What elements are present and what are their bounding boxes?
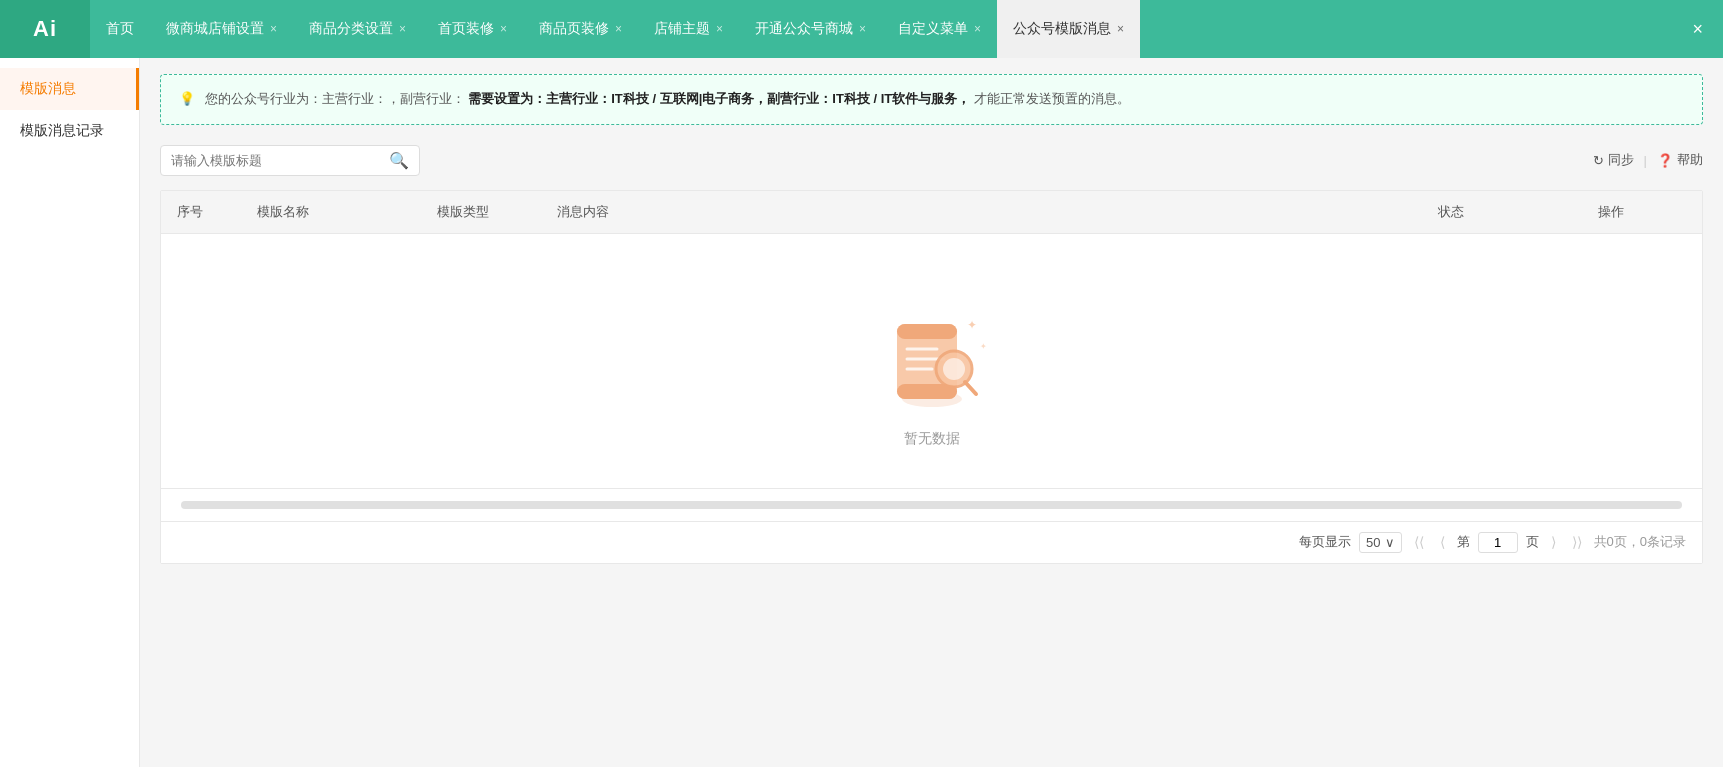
logo: Ai <box>0 0 90 58</box>
col-status: 状态 <box>1422 191 1582 233</box>
page-label-post: 页 <box>1526 533 1539 551</box>
horizontal-scrollbar[interactable] <box>181 501 1682 509</box>
svg-point-8 <box>943 358 965 380</box>
last-page-button[interactable]: ⟩⟩ <box>1568 532 1586 552</box>
sync-button[interactable]: ↻ 同步 <box>1593 151 1634 169</box>
svg-rect-2 <box>897 324 957 339</box>
close-tab-product-decor[interactable]: × <box>615 22 622 36</box>
close-all-button[interactable]: × <box>1682 19 1713 40</box>
notice-suffix: 才能正常发送预置的消息。 <box>974 91 1130 106</box>
main-layout: 模版消息模版消息记录 💡 您的公众号行业为：主营行业：，副营行业： 需要设置为：… <box>0 58 1723 767</box>
close-tab-custom-menu[interactable]: × <box>974 22 981 36</box>
notice-icon: 💡 <box>179 91 195 106</box>
sync-icon: ↻ <box>1593 153 1604 168</box>
help-button[interactable]: ❓ 帮助 <box>1657 151 1703 169</box>
sync-label: 同步 <box>1608 151 1634 169</box>
nav-tab-product-category[interactable]: 商品分类设置× <box>293 0 422 58</box>
col-action: 操作 <box>1582 191 1702 233</box>
empty-state: ✦ ✦ 暂无数据 <box>161 234 1702 488</box>
close-tab-store-theme[interactable]: × <box>716 22 723 36</box>
next-page-button[interactable]: ⟩ <box>1547 532 1560 552</box>
svg-text:✦: ✦ <box>980 342 987 351</box>
empty-illustration: ✦ ✦ <box>872 294 992 414</box>
divider: | <box>1644 153 1647 168</box>
scroll-bar-area <box>161 488 1702 521</box>
help-label: 帮助 <box>1677 151 1703 169</box>
page-size-label: 每页显示 <box>1299 533 1351 551</box>
sidebar: 模版消息模版消息记录 <box>0 58 140 767</box>
page-size-value: 50 <box>1366 535 1380 550</box>
page-size-dropdown-icon: ∨ <box>1385 535 1395 550</box>
page-label-pre: 第 <box>1457 533 1470 551</box>
content-area: 💡 您的公众号行业为：主营行业：，副营行业： 需要设置为：主营行业：IT科技 /… <box>140 58 1723 767</box>
notice-highlight: 需要设置为：主营行业：IT科技 / 互联网|电子商务，副营行业：IT科技 / I… <box>468 91 970 106</box>
nav-tab-wechat-store[interactable]: 微商城店铺设置× <box>150 0 293 58</box>
search-bar: 🔍 ↻ 同步 | ❓ 帮助 <box>160 145 1703 176</box>
close-tab-product-category[interactable]: × <box>399 22 406 36</box>
pagination: 每页显示 50 ∨ ⟨⟨ ⟨ 第 页 ⟩ ⟩⟩ 共0页，0条记录 <box>161 521 1702 563</box>
close-tab-open-mall[interactable]: × <box>859 22 866 36</box>
notice-prefix: 您的公众号行业为：主营行业：，副营行业： <box>205 91 465 106</box>
sidebar-item-template-msg[interactable]: 模版消息 <box>0 68 139 110</box>
nav-tabs: 首页微商城店铺设置×商品分类设置×首页装修×商品页装修×店铺主题×开通公众号商城… <box>90 0 1682 58</box>
nav-tab-open-mall[interactable]: 开通公众号商城× <box>739 0 882 58</box>
page-input[interactable] <box>1478 532 1518 553</box>
help-icon: ❓ <box>1657 153 1673 168</box>
svg-line-9 <box>965 382 976 394</box>
prev-page-button[interactable]: ⟨ <box>1436 532 1449 552</box>
table-header: 序号 模版名称 模版类型 消息内容 状态 操作 <box>161 191 1702 234</box>
page-size-select[interactable]: 50 ∨ <box>1359 532 1401 553</box>
first-page-button[interactable]: ⟨⟨ <box>1410 532 1428 552</box>
nav-tab-home[interactable]: 首页 <box>90 0 150 58</box>
close-tab-wechat-store[interactable]: × <box>270 22 277 36</box>
sidebar-item-template-msg-log[interactable]: 模版消息记录 <box>0 110 139 152</box>
table-container: 序号 模版名称 模版类型 消息内容 状态 操作 <box>160 190 1703 564</box>
empty-text: 暂无数据 <box>904 430 960 448</box>
search-icon[interactable]: 🔍 <box>389 151 409 170</box>
search-input[interactable] <box>171 146 389 175</box>
search-input-container: 🔍 <box>160 145 420 176</box>
nav-tab-home-decor[interactable]: 首页装修× <box>422 0 523 58</box>
total-info: 共0页，0条记录 <box>1594 533 1686 551</box>
col-name: 模版名称 <box>241 191 421 233</box>
logo-text: Ai <box>33 16 57 42</box>
notice-box: 💡 您的公众号行业为：主营行业：，副营行业： 需要设置为：主营行业：IT科技 /… <box>160 74 1703 125</box>
nav-tab-template-msg[interactable]: 公众号模版消息× <box>997 0 1140 58</box>
close-tab-home-decor[interactable]: × <box>500 22 507 36</box>
col-index: 序号 <box>161 191 241 233</box>
close-tab-template-msg[interactable]: × <box>1117 22 1124 36</box>
nav-tab-product-decor[interactable]: 商品页装修× <box>523 0 638 58</box>
col-content: 消息内容 <box>541 191 1422 233</box>
top-nav: Ai 首页微商城店铺设置×商品分类设置×首页装修×商品页装修×店铺主题×开通公众… <box>0 0 1723 58</box>
col-type: 模版类型 <box>421 191 541 233</box>
nav-tab-custom-menu[interactable]: 自定义菜单× <box>882 0 997 58</box>
nav-tab-store-theme[interactable]: 店铺主题× <box>638 0 739 58</box>
search-right-actions: ↻ 同步 | ❓ 帮助 <box>1593 151 1703 169</box>
svg-text:✦: ✦ <box>967 318 977 332</box>
